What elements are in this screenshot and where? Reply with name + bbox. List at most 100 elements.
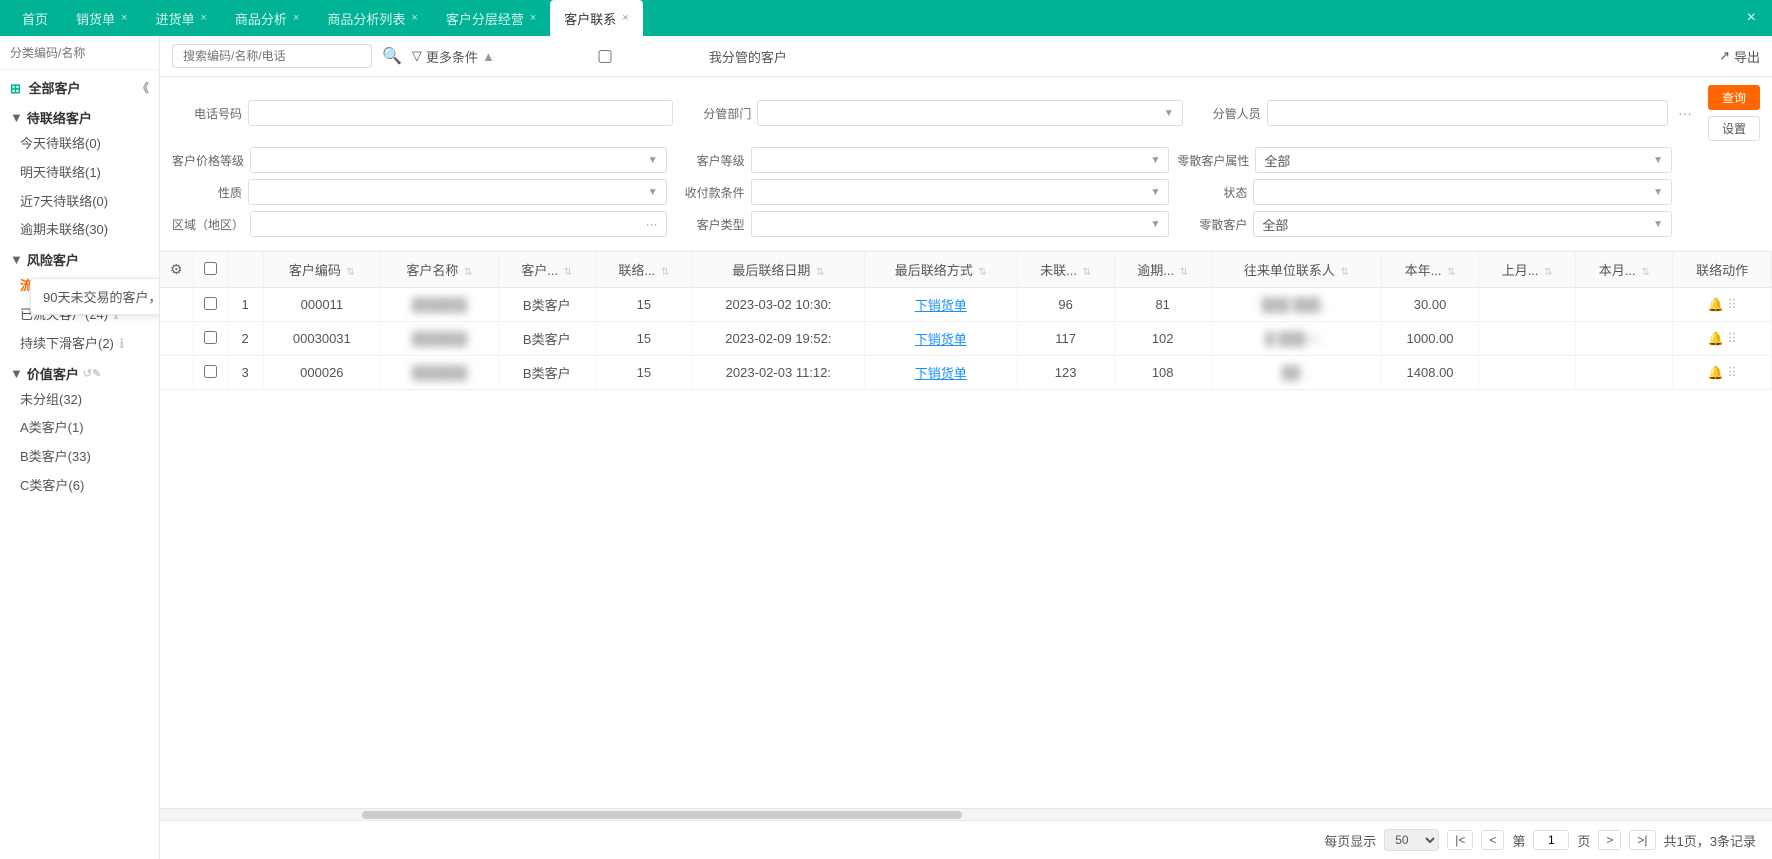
section-risk-customers[interactable]: ▼ 风险客户 bbox=[0, 245, 159, 272]
dept-select[interactable]: ▼ bbox=[757, 100, 1182, 126]
value-refresh-icon[interactable]: ↺ bbox=[83, 367, 92, 380]
row-checkbox[interactable] bbox=[193, 322, 227, 356]
page-number-input[interactable] bbox=[1533, 830, 1569, 850]
action-bell-icon[interactable]: 🔔 bbox=[1707, 331, 1723, 346]
my-customers-check[interactable] bbox=[505, 50, 705, 63]
col-this-month[interactable]: 本月... ⇅ bbox=[1576, 252, 1673, 288]
col-overdue[interactable]: 逾期... ⇅ bbox=[1114, 252, 1211, 288]
close-all-tabs[interactable]: × bbox=[1739, 9, 1764, 27]
tab-product-analysis[interactable]: 商品分析 × bbox=[221, 0, 313, 36]
tab-product-analysis-close[interactable]: × bbox=[293, 12, 299, 24]
sidebar-item-overdue-contact[interactable]: 逾期未联络(30) bbox=[0, 216, 159, 245]
col-select-all[interactable] bbox=[193, 252, 227, 288]
nature-select[interactable]: ▼ bbox=[248, 179, 667, 205]
sidebar-item-tomorrow-contact[interactable]: 明天待联络(1) bbox=[0, 159, 159, 188]
query-button[interactable]: 查询 bbox=[1708, 85, 1760, 110]
filter-field-manager: 分管人员 ··· bbox=[1191, 100, 1692, 126]
col-code[interactable]: 客户编码 ⇅ bbox=[263, 252, 381, 288]
tab-sales-order-close[interactable]: × bbox=[121, 12, 127, 24]
col-type[interactable]: 客户... ⇅ bbox=[498, 252, 595, 288]
row-action[interactable]: 🔔 ⠿ bbox=[1673, 322, 1772, 356]
col-contact[interactable]: 联络... ⇅ bbox=[595, 252, 692, 288]
row-num: 3 bbox=[227, 356, 263, 390]
tab-sales-order[interactable]: 销货单 × bbox=[62, 0, 141, 36]
action-bell-icon[interactable]: 🔔 bbox=[1707, 297, 1723, 312]
settings-button[interactable]: 设置 bbox=[1708, 116, 1760, 141]
customer-type-select[interactable]: ▼ bbox=[751, 211, 1170, 237]
per-page-label: 每页显示 bbox=[1324, 831, 1376, 850]
prev-page-btn[interactable]: < bbox=[1481, 830, 1504, 850]
retail-attr-select[interactable]: 全部 ▼ bbox=[1255, 147, 1672, 173]
row-last-way[interactable]: 下销货单 bbox=[864, 322, 1017, 356]
section-pending-contact[interactable]: ▼ 待联络客户 bbox=[0, 103, 159, 130]
customer-type-arrow: ▼ bbox=[1150, 219, 1160, 230]
sidebar-item-ungrouped[interactable]: 未分组(32) bbox=[0, 386, 159, 415]
tab-home[interactable]: 首页 bbox=[8, 0, 62, 36]
select-all-checkbox[interactable] bbox=[204, 262, 217, 275]
col-this-year[interactable]: 本年... ⇅ bbox=[1382, 252, 1479, 288]
tab-customer-contact[interactable]: 客户联系 × bbox=[550, 0, 642, 36]
action-menu-icon[interactable]: ⠿ bbox=[1727, 331, 1737, 346]
row-code: 000026 bbox=[263, 356, 381, 390]
tab-purchase-order-close[interactable]: × bbox=[200, 12, 206, 24]
filter-field-payment: 收付款条件 ▼ bbox=[675, 179, 1170, 205]
row-last-way[interactable]: 下销货单 bbox=[864, 288, 1017, 322]
status-select[interactable]: ▼ bbox=[1253, 179, 1672, 205]
col-name[interactable]: 客户名称 ⇅ bbox=[381, 252, 499, 288]
tab-product-analysis-list-close[interactable]: × bbox=[411, 12, 417, 24]
col-no-contact[interactable]: 未联... ⇅ bbox=[1017, 252, 1114, 288]
col-settings[interactable]: ⚙ bbox=[160, 252, 193, 288]
manager-select[interactable] bbox=[1267, 100, 1668, 126]
customer-level-select[interactable]: ▼ bbox=[751, 147, 1170, 173]
all-customers-header[interactable]: ⊞ 全部客户 《 bbox=[0, 70, 159, 103]
price-level-select[interactable]: ▼ bbox=[250, 147, 667, 173]
sidebar-item-class-b[interactable]: B类客户(33) bbox=[0, 443, 159, 472]
action-bell-icon[interactable]: 🔔 bbox=[1707, 365, 1723, 380]
gear-icon[interactable]: ⚙ bbox=[170, 261, 183, 277]
manager-more[interactable]: ··· bbox=[1678, 105, 1692, 121]
section-value-customers[interactable]: ▼ 价值客户 ↺ ✎ bbox=[0, 359, 159, 386]
tab-customer-segmentation-close[interactable]: × bbox=[530, 12, 536, 24]
more-conditions-toggle[interactable]: ▽ 更多条件 ▲ bbox=[412, 47, 495, 66]
sidebar-item-class-a[interactable]: A类客户(1) bbox=[0, 414, 159, 443]
table-row: 1 000011 ██████ B类客户 15 2023-03-02 10:30… bbox=[160, 288, 1772, 322]
scroll-thumb[interactable] bbox=[362, 811, 962, 819]
first-page-btn[interactable]: |< bbox=[1447, 830, 1473, 850]
col-last-way[interactable]: 最后联络方式 ⇅ bbox=[864, 252, 1017, 288]
retail-customer-select[interactable]: 全部 ▼ bbox=[1253, 211, 1672, 237]
export-button[interactable]: ↗ 导出 bbox=[1719, 47, 1760, 66]
row-last-date: 2023-03-02 10:30: bbox=[692, 288, 864, 322]
sidebar-item-class-c[interactable]: C类客户(6) bbox=[0, 472, 159, 501]
region-more[interactable]: ··· bbox=[646, 217, 658, 231]
per-page-select[interactable]: 50 20 100 bbox=[1384, 829, 1439, 851]
tab-purchase-order[interactable]: 进货单 × bbox=[141, 0, 220, 36]
tab-customer-segmentation[interactable]: 客户分层经营 × bbox=[432, 0, 550, 36]
sidebar-item-7days-contact[interactable]: 近7天待联络(0) bbox=[0, 188, 159, 217]
phone-input[interactable] bbox=[248, 100, 673, 126]
action-menu-icon[interactable]: ⠿ bbox=[1727, 365, 1737, 380]
col-last-month[interactable]: 上月... ⇅ bbox=[1479, 252, 1576, 288]
sidebar-item-today-contact[interactable]: 今天待联络(0) bbox=[0, 130, 159, 159]
search-input[interactable] bbox=[172, 44, 372, 68]
region-select[interactable]: ··· bbox=[250, 211, 667, 237]
sidebar-search-input[interactable] bbox=[10, 46, 160, 60]
col-unit-contacts[interactable]: 往来单位联系人 ⇅ bbox=[1211, 252, 1381, 288]
row-checkbox[interactable] bbox=[193, 356, 227, 390]
tab-customer-contact-close[interactable]: × bbox=[622, 12, 628, 24]
next-page-btn[interactable]: > bbox=[1598, 830, 1621, 850]
value-edit-icon[interactable]: ✎ bbox=[92, 367, 101, 380]
row-action[interactable]: 🔔 ⠿ bbox=[1673, 288, 1772, 322]
col-last-date[interactable]: 最后联络日期 ⇅ bbox=[692, 252, 864, 288]
horizontal-scrollbar[interactable] bbox=[160, 808, 1772, 820]
sidebar-item-declining[interactable]: 持续下滑客户(2) ℹ bbox=[0, 330, 159, 359]
last-page-btn[interactable]: >| bbox=[1629, 830, 1655, 850]
data-table-container: ⚙ 客户编码 ⇅ 客户名称 ⇅ 客户... ⇅ 联络... ⇅ 最后联络日期 ⇅… bbox=[160, 252, 1772, 808]
row-action[interactable]: 🔔 ⠿ bbox=[1673, 356, 1772, 390]
action-menu-icon[interactable]: ⠿ bbox=[1727, 297, 1737, 312]
search-button[interactable]: 🔍 bbox=[382, 46, 402, 66]
row-checkbox[interactable] bbox=[193, 288, 227, 322]
tab-product-analysis-list[interactable]: 商品分析列表 × bbox=[313, 0, 431, 36]
payment-select[interactable]: ▼ bbox=[751, 179, 1170, 205]
my-customers-checkbox[interactable]: 我分管的客户 bbox=[505, 47, 787, 66]
row-last-way[interactable]: 下销货单 bbox=[864, 356, 1017, 390]
